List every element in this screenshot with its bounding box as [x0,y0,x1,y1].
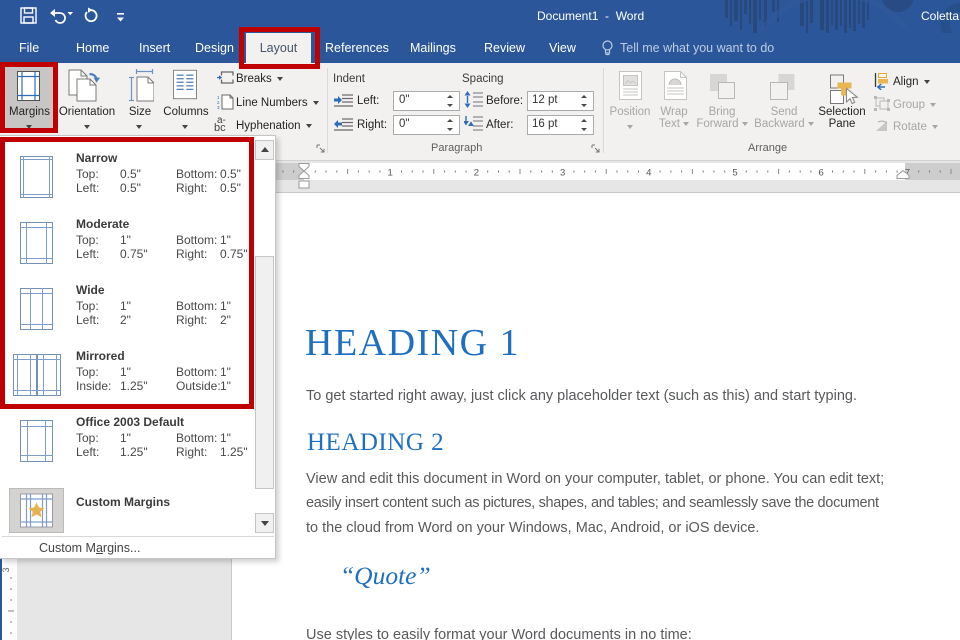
svg-text:3: 3 [217,105,220,110]
svg-text:5: 5 [732,168,737,179]
svg-text:3: 3 [2,567,11,572]
svg-text:4: 4 [646,168,651,179]
svg-text:2: 2 [474,168,479,179]
svg-text:3: 3 [560,168,565,179]
svg-text:6: 6 [819,168,824,179]
svg-text:1: 1 [388,168,393,179]
